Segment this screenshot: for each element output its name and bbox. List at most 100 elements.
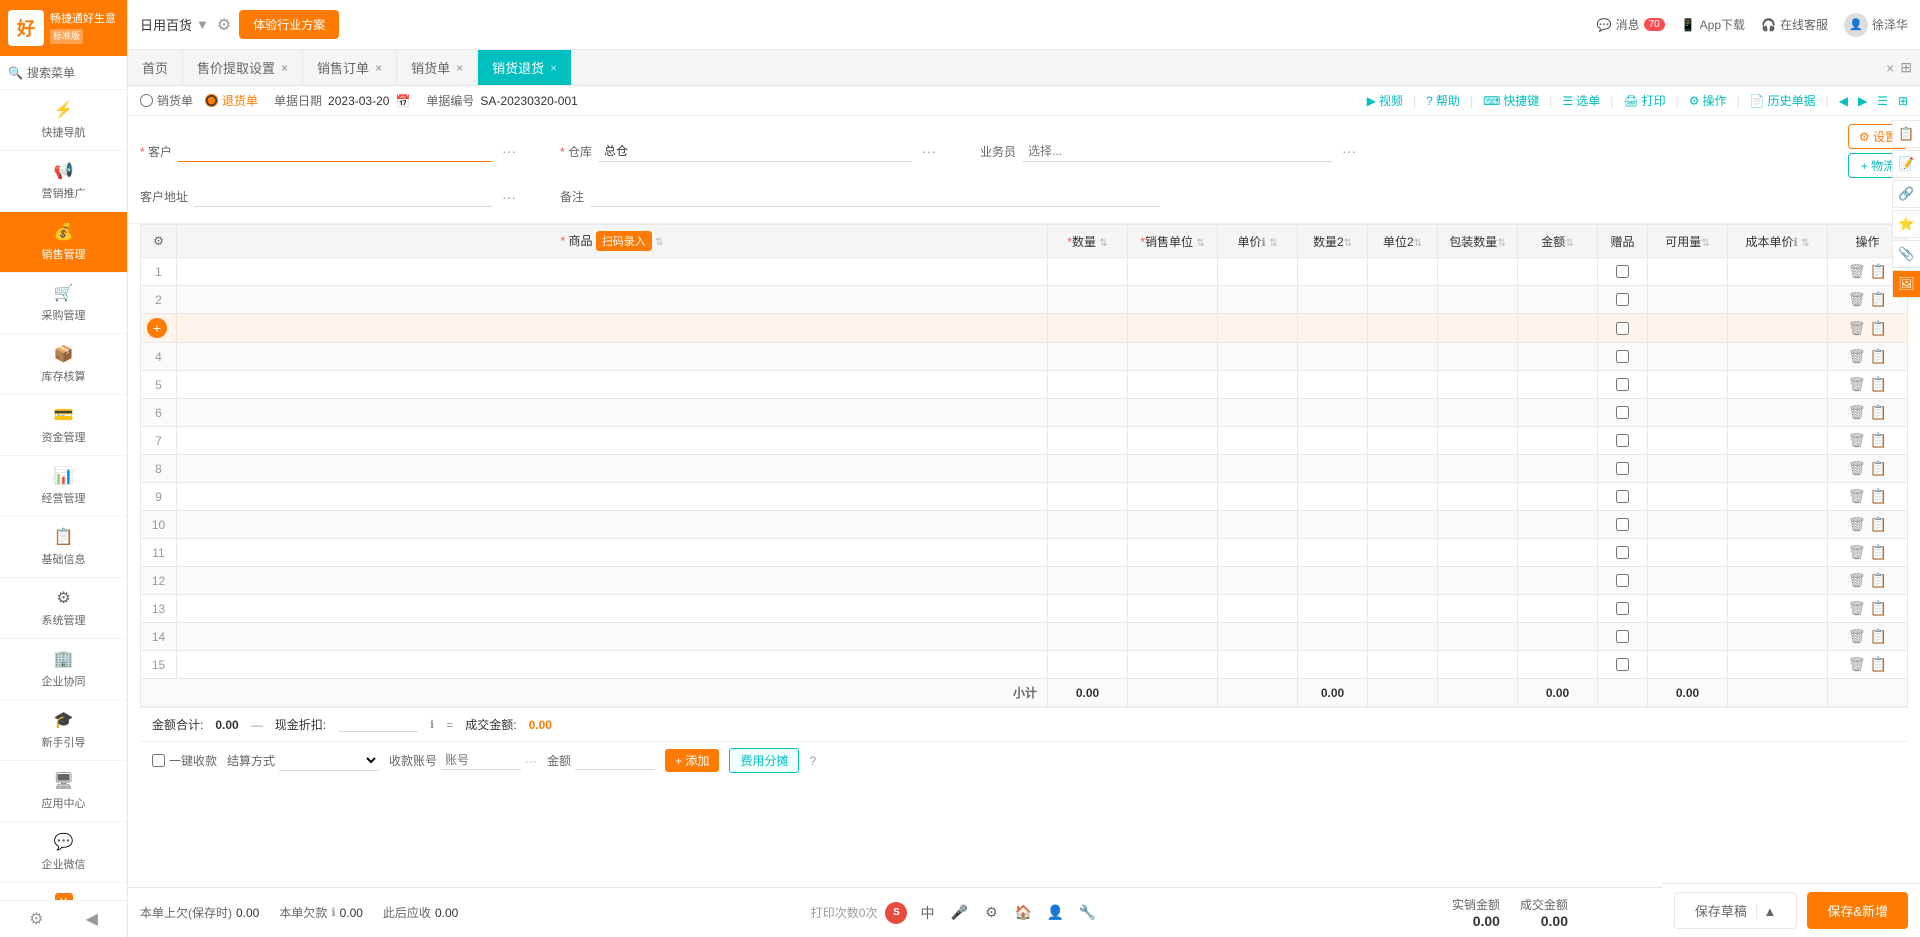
delete-icon-4[interactable]: 🗑 xyxy=(1848,348,1866,365)
delete-icon-9[interactable]: 🗑 xyxy=(1848,488,1866,505)
toolbar-operation[interactable]: ⚙ 操作 xyxy=(1689,92,1727,109)
tab-home[interactable]: 首页 xyxy=(128,50,183,85)
sidebar-item-ops[interactable]: 📊 经营管理 xyxy=(0,456,127,517)
gift-check-15[interactable] xyxy=(1604,658,1641,671)
customer-dots[interactable]: ··· xyxy=(498,143,520,159)
tab-expand-icon[interactable]: ⊞ xyxy=(1900,59,1912,76)
gift-check-8[interactable] xyxy=(1604,462,1641,475)
toolbar-view-grid[interactable]: ⊞ xyxy=(1898,94,1908,108)
gift-check-10[interactable] xyxy=(1604,518,1641,531)
copy-icon-14[interactable]: 📋 xyxy=(1870,628,1887,645)
toolbar-history[interactable]: 📄 历史单据 xyxy=(1750,92,1816,109)
tab-sales-order[interactable]: 销售订单 × xyxy=(303,50,397,85)
add-row-btn[interactable]: + xyxy=(147,318,167,338)
sidebar-item-sales[interactable]: 💰 销售管理 xyxy=(0,212,127,273)
sidebar-item-enterprise[interactable]: 🏢 企业协同 xyxy=(0,639,127,700)
delete-icon-15[interactable]: 🗑 xyxy=(1848,656,1866,673)
gift-check-9[interactable] xyxy=(1604,490,1641,503)
table-gear-icon[interactable]: ⚙ xyxy=(149,234,168,248)
tool-btn-text[interactable]: 中 xyxy=(915,901,939,925)
costprice-tip-icon[interactable]: ℹ xyxy=(1794,237,1798,249)
sidebar-item-wechat[interactable]: 💬 企业微信 xyxy=(0,822,127,883)
staff-dots[interactable]: ··· xyxy=(1338,143,1360,159)
gift-check-7[interactable] xyxy=(1604,434,1641,447)
amount-input[interactable] xyxy=(575,751,655,770)
gift-check-3[interactable] xyxy=(1604,322,1641,335)
account-input[interactable] xyxy=(441,751,521,770)
copy-icon-15[interactable]: 📋 xyxy=(1870,656,1887,673)
toolbar-shortcut[interactable]: ⌨ 快捷键 xyxy=(1483,92,1539,109)
add-payment-btn[interactable]: + 添加 xyxy=(665,749,719,772)
radio-return[interactable]: 退货单 xyxy=(205,92,258,109)
tab-price-set-close[interactable]: × xyxy=(281,61,288,75)
settings-bottom-icon[interactable]: ⚙ xyxy=(29,909,43,929)
warehouse-input[interactable] xyxy=(598,141,912,162)
one-click-checkbox[interactable] xyxy=(152,754,165,767)
account-dots[interactable]: ··· xyxy=(525,754,537,768)
delete-icon-12[interactable]: 🗑 xyxy=(1848,572,1866,589)
qty2-input-1[interactable] xyxy=(1304,265,1361,279)
delete-icon-14[interactable]: 🗑 xyxy=(1848,628,1866,645)
tab-sales-order-close[interactable]: × xyxy=(375,61,382,75)
tab-close-all-icon[interactable]: × xyxy=(1886,60,1894,76)
right-icon-clipboard[interactable]: 📋 xyxy=(1892,120,1920,148)
toolbar-help[interactable]: ? 帮助 xyxy=(1426,92,1460,109)
right-icon-link[interactable]: 🔗 xyxy=(1892,180,1920,208)
sidebar-search[interactable]: 🔍 搜索菜单 xyxy=(0,56,127,90)
right-icon-paperclip[interactable]: 📎 xyxy=(1892,240,1920,268)
copy-icon-12[interactable]: 📋 xyxy=(1870,572,1887,589)
collapse-icon[interactable]: ◀ xyxy=(86,909,98,929)
copy-icon-10[interactable]: 📋 xyxy=(1870,516,1887,533)
right-icon-image[interactable]: 🖼 xyxy=(1892,270,1920,298)
unit2-input-1[interactable] xyxy=(1374,265,1431,279)
tool-btn-user[interactable]: 👤 xyxy=(1043,901,1067,925)
tool-btn-home[interactable]: 🏠 xyxy=(1011,901,1035,925)
tool-btn-s[interactable]: S xyxy=(885,902,907,924)
delete-icon-3[interactable]: 🗑 xyxy=(1848,320,1866,337)
calendar-icon[interactable]: 📅 xyxy=(395,94,410,108)
copy-icon-8[interactable]: 📋 xyxy=(1870,460,1887,477)
copy-icon-11[interactable]: 📋 xyxy=(1870,544,1887,561)
save-new-btn[interactable]: 保存&新增 xyxy=(1807,892,1908,929)
staff-input[interactable] xyxy=(1022,141,1332,162)
sidebar-item-guide[interactable]: 🎓 新手引导 xyxy=(0,700,127,761)
gift-check-5[interactable] xyxy=(1604,378,1641,391)
copy-icon-9[interactable]: 📋 xyxy=(1870,488,1887,505)
sidebar-item-marketing[interactable]: 📢 营销推广 xyxy=(0,151,127,212)
product-input-3[interactable] xyxy=(183,321,1041,335)
sidebar-item-basic[interactable]: 📋 基础信息 xyxy=(0,517,127,578)
toolbar-nav-next[interactable]: ▶ xyxy=(1858,94,1867,108)
gift-check-2[interactable] xyxy=(1604,293,1641,306)
right-icon-star[interactable]: ⭐ xyxy=(1892,210,1920,238)
radio-sales[interactable]: 销货单 xyxy=(140,92,193,109)
calc-method-select[interactable] xyxy=(279,750,379,771)
scan-btn[interactable]: 扫码录入 xyxy=(596,231,652,251)
copy-icon-7[interactable]: 📋 xyxy=(1870,432,1887,449)
copy-icon-2[interactable]: 📋 xyxy=(1870,291,1887,308)
copy-icon-4[interactable]: 📋 xyxy=(1870,348,1887,365)
draft-dropdown-icon[interactable]: ▲ xyxy=(1756,904,1776,919)
app-download[interactable]: 📱 App下载 xyxy=(1681,16,1745,33)
tool-btn-settings[interactable]: 🔧 xyxy=(1075,901,1099,925)
price-input-1[interactable] xyxy=(1224,265,1291,279)
user-profile[interactable]: 👤 徐泽华 xyxy=(1844,13,1908,37)
copy-icon-13[interactable]: 📋 xyxy=(1870,600,1887,617)
tool-btn-mic[interactable]: 🎤 xyxy=(947,901,971,925)
delete-icon-11[interactable]: 🗑 xyxy=(1848,544,1866,561)
one-click-label[interactable]: 一键收款 xyxy=(152,752,217,769)
gift-check-4[interactable] xyxy=(1604,350,1641,363)
tab-sales-return-close[interactable]: × xyxy=(550,61,557,75)
tab-sales[interactable]: 销货单 × xyxy=(397,50,478,85)
delete-icon-7[interactable]: 🗑 xyxy=(1848,432,1866,449)
unit-input-1[interactable] xyxy=(1134,265,1211,279)
tab-sales-return[interactable]: 销货退货 × xyxy=(478,50,572,85)
warehouse-dots[interactable]: ··· xyxy=(918,143,940,159)
price-tip-icon[interactable]: ℹ xyxy=(1262,237,1266,249)
right-icon-edit[interactable]: 📝 xyxy=(1892,150,1920,178)
gift-check-12[interactable] xyxy=(1604,574,1641,587)
online-service[interactable]: 🎧 在线客服 xyxy=(1761,16,1828,33)
gift-check-14[interactable] xyxy=(1604,630,1641,643)
product-input-1[interactable] xyxy=(183,265,1041,279)
gift-check-13[interactable] xyxy=(1604,602,1641,615)
tool-btn-gear[interactable]: ⚙ xyxy=(979,901,1003,925)
